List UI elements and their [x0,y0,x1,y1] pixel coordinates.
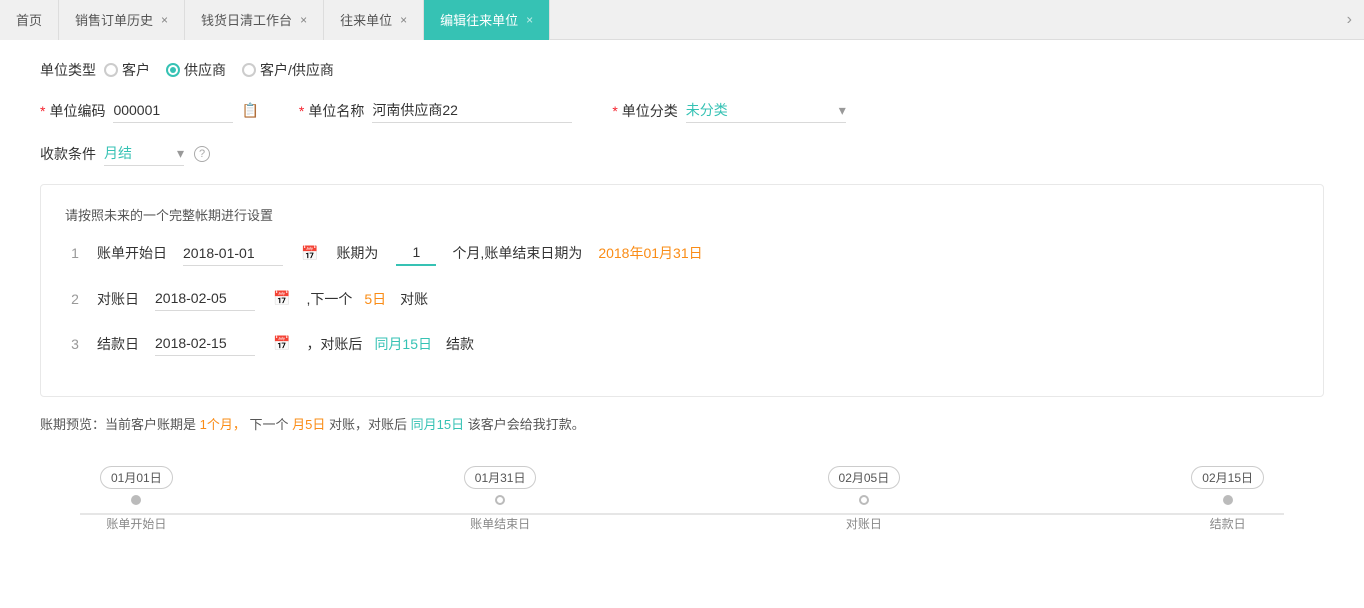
start-date-input[interactable] [183,241,283,266]
chevron-down-icon: ▾ [839,102,846,119]
unit-name-label: 单位名称 [308,101,364,121]
unit-category-value: 未分类 [686,100,835,120]
row-num-3: 3 [65,336,85,352]
preview-reconcile-prefix: 下一个 [250,417,289,432]
payment-day-suffix: 结款 [446,334,474,354]
tl-label-1: 账单结束日 [470,515,530,532]
row-key-3: 结款日 [97,334,139,354]
radio-label-both: 客户/供应商 [260,60,334,80]
tl-dot-1 [495,495,505,505]
close-tab-edit-partner[interactable]: × [526,13,533,27]
copy-icon[interactable]: 📋 [241,102,258,119]
radio-customer[interactable]: 客户 [104,60,150,80]
tl-label-3: 结款日 [1210,515,1246,532]
radio-circle-supplier [166,63,180,77]
tab-partner[interactable]: 往来单位 × [324,0,424,40]
close-tab-partner[interactable]: × [400,13,407,27]
unit-name-input[interactable] [372,98,572,123]
payment-day-highlight: 同月15日 [374,334,432,354]
row-num-2: 2 [65,291,85,307]
tab-cash-workbench[interactable]: 钱货日清工作台 × [185,0,324,40]
unit-type-row: 单位类型 客户 供应商 客户/供应商 [40,60,1324,80]
period-input[interactable] [396,240,436,266]
tl-dot-2 [859,495,869,505]
timeline-section: 01月01日 账单开始日 01月31日 账单结束日 02月05日 对账日 02月… [40,456,1324,572]
help-icon[interactable]: ? [194,146,210,162]
timeline-point-1: 01月31日 账单结束日 [464,466,537,532]
tab-scroll-arrow[interactable]: › [1335,11,1364,29]
tl-date-1: 01月31日 [464,466,537,489]
tl-date-3: 02月15日 [1191,466,1264,489]
preview-section: 账期预览：当前客户账期是 1个月， 下一个 月5日 对账，对账后 同月15日 该… [40,413,1324,436]
radio-circle-customer [104,63,118,77]
preview-pay-day: 同月15日 [411,417,464,432]
preview-reconcile-suffix: 对账，对账后 [329,417,407,432]
tl-label-2: 对账日 [846,515,882,532]
radio-supplier[interactable]: 供应商 [166,60,226,80]
tl-label-0: 账单开始日 [106,515,166,532]
payment-date-input[interactable] [155,331,255,356]
setting-row-1: 1 账单开始日 📅 账期为 个月,账单结束日期为 2018年01月31日 [65,240,1299,266]
preview-label: 账期预览：当前客户账期是 [40,417,196,432]
reconcile-suffix: 对账 [400,289,428,309]
radio-label-customer: 客户 [122,60,150,80]
payment-select[interactable]: 月结 ▾ [104,141,184,166]
tl-dot-3 [1223,495,1233,505]
tab-sales-history[interactable]: 销售订单历史 × [59,0,185,40]
row-key-1: 账单开始日 [97,243,167,263]
tab-edit-partner[interactable]: 编辑往来单位 × [424,0,550,40]
start-date-cal-icon[interactable]: 📅 [301,245,318,262]
panel-description: 请按照未来的一个完整帐期进行设置 [65,205,1299,224]
radio-both[interactable]: 客户/供应商 [242,60,334,80]
unit-category-select[interactable]: 未分类 ▾ [686,98,846,123]
preview-period: 1个月， [200,417,246,432]
timeline-point-0: 01月01日 账单开始日 [100,466,173,532]
reconcile-prefix: ,下一个 [306,289,352,309]
unit-type-radio-group: 客户 供应商 客户/供应商 [104,60,334,80]
radio-label-supplier: 供应商 [184,60,226,80]
timeline-point-2: 02月05日 对账日 [828,466,901,532]
tl-date-2: 02月05日 [828,466,901,489]
unit-name-field: * 单位名称 [299,98,572,123]
unit-code-required: * [40,103,45,119]
payment-row: 收款条件 月结 ▾ ? [40,141,1324,166]
payment-date-cal-icon[interactable]: 📅 [273,335,290,352]
preview-pay-suffix: 该客户会给我打款。 [468,417,585,432]
unit-code-field: * 单位编码 📋 [40,98,259,123]
main-content: 单位类型 客户 供应商 客户/供应商 * 单位编码 📋 * 单位名称 [0,40,1364,608]
close-tab-cash-workbench[interactable]: × [300,13,307,27]
setting-row-2: 2 对账日 📅 ,下一个 5日 对账 [65,286,1299,311]
settings-panel: 请按照未来的一个完整帐期进行设置 1 账单开始日 📅 账期为 个月,账单结束日期… [40,184,1324,397]
row-num-1: 1 [65,245,85,261]
unit-code-label: 单位编码 [49,101,105,121]
payment-label: 收款条件 [40,144,96,164]
radio-circle-both [242,63,256,77]
unit-code-input[interactable] [113,98,233,123]
unit-type-label: 单位类型 [40,60,96,80]
reconcile-date-input[interactable] [155,286,255,311]
payment-value: 月结 [104,143,173,163]
timeline-points: 01月01日 账单开始日 01月31日 账单结束日 02月05日 对账日 02月… [100,466,1264,532]
payment-prefix: ，对账后 [306,334,362,354]
tabs-bar: 首页 销售订单历史 × 钱货日清工作台 × 往来单位 × 编辑往来单位 × › [0,0,1364,40]
setting-row-3: 3 结款日 📅 ，对账后 同月15日 结款 [65,331,1299,356]
reconcile-day-highlight: 5日 [364,289,386,309]
unit-info-row: * 单位编码 📋 * 单位名称 * 单位分类 未分类 ▾ [40,98,1324,123]
unit-category-field: * 单位分类 未分类 ▾ [612,98,845,123]
tab-home[interactable]: 首页 [0,0,59,40]
reconcile-date-cal-icon[interactable]: 📅 [273,290,290,307]
row-key-2: 对账日 [97,289,139,309]
period-prefix: 账期为 [336,243,378,263]
tl-dot-0 [131,495,141,505]
unit-category-required: * [612,103,617,119]
preview-reconcile-day: 月5日 [292,417,325,432]
timeline-point-3: 02月15日 结款日 [1191,466,1264,532]
close-tab-sales-history[interactable]: × [161,13,168,27]
tl-date-0: 01月01日 [100,466,173,489]
period-suffix: 个月,账单结束日期为 [452,243,582,263]
unit-category-label: 单位分类 [622,101,678,121]
payment-chevron-icon: ▾ [177,145,184,162]
end-date-highlight: 2018年01月31日 [598,243,702,263]
unit-name-required: * [299,103,304,119]
